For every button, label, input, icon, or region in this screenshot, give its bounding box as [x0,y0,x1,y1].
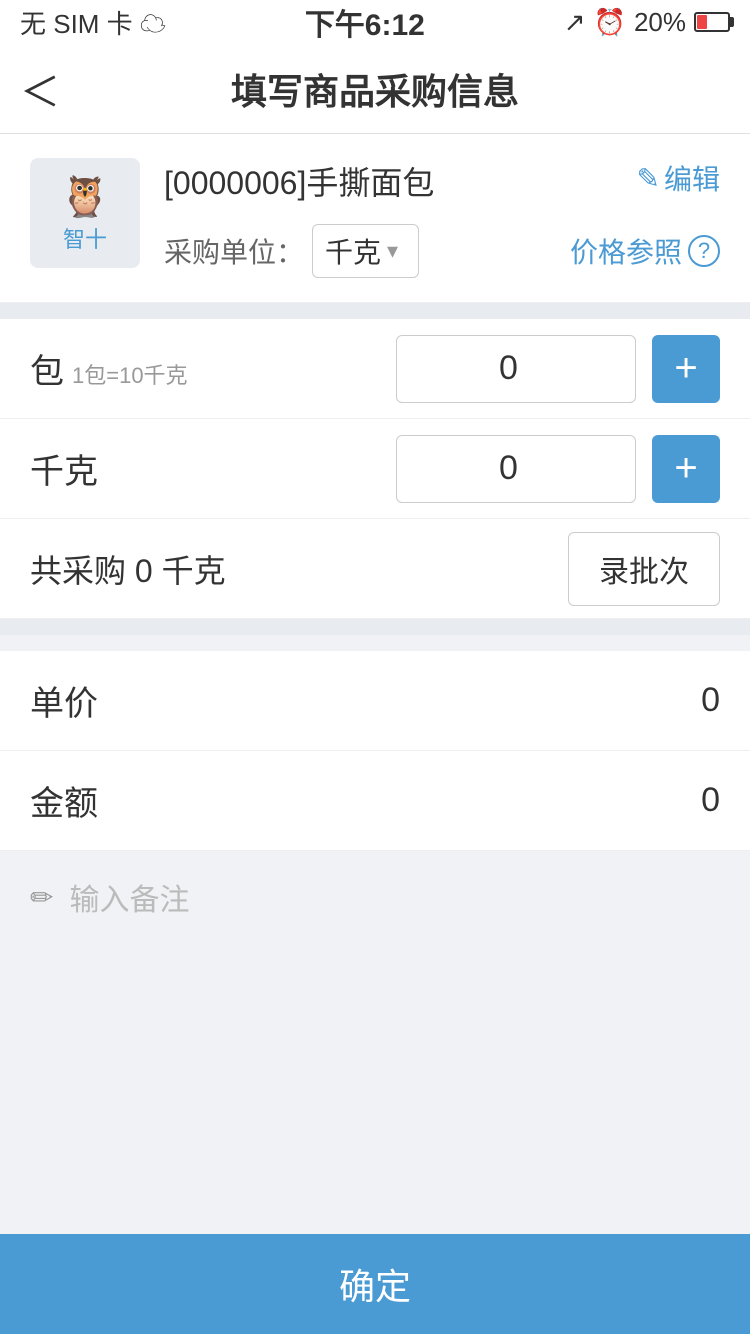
remark-placeholder: 输入备注 [69,875,189,919]
nav-bar: ＜ 填写商品采购信息 [0,44,750,134]
product-info: [0000006]手撕面包 ✎ 编辑 采购单位： 千克 ▾ 价格参照 ? [164,158,720,278]
status-time: 下午6:12 [305,0,425,44]
back-icon: ＜ [20,60,60,118]
bao-row: 包1包=10千克 + [0,319,750,419]
sim-status: 无 SIM 卡 ☁ [20,4,166,41]
section-divider-1 [0,303,750,319]
amount-row: 金额 0 [0,751,750,851]
bao-input-wrap: + [230,335,720,403]
battery-level: 20% [634,7,686,38]
kg-label: 千克 [30,444,230,493]
summary-section: 共采购 0 千克 录批次 [0,519,750,619]
amount-value: 0 [701,781,720,820]
confirm-button[interactable]: 确定 [0,1234,750,1334]
status-bar: 无 SIM 卡 ☁ 下午6:12 ↗ ⏰ 20% [0,0,750,44]
product-logo-text: 智十 [63,222,107,254]
remark-section[interactable]: ✏ 输入备注 [0,851,750,943]
price-section: 单价 0 金额 0 [0,651,750,851]
battery-icon [694,12,730,32]
bao-input[interactable] [396,335,636,403]
price-ref-button[interactable]: 价格参照 ? [570,231,720,271]
kg-row: 千克 + [0,419,750,519]
product-thumbnail: 🦉 智十 [30,158,140,268]
product-card: 🦉 智十 [0000006]手撕面包 ✎ 编辑 采购单位： 千克 ▾ 价格参照 [0,134,750,303]
alarm-icon: ⏰ [594,7,626,38]
section-divider-2 [0,619,750,635]
amount-label: 金额 [30,776,98,825]
unit-label: 采购单位： [164,231,304,271]
product-name: [0000006]手撕面包 [164,158,637,204]
bao-plus-button[interactable]: + [652,335,720,403]
help-icon: ? [688,235,720,267]
summary-text: 共采购 0 千克 [30,546,226,592]
edit-icon: ✎ [637,162,660,195]
status-left: 无 SIM 卡 ☁ [20,4,166,41]
back-button[interactable]: ＜ [0,44,80,134]
chevron-down-icon: ▾ [387,238,398,264]
bao-label: 包1包=10千克 [30,344,230,393]
batch-button[interactable]: 录批次 [568,532,720,606]
status-right: ↗ ⏰ 20% [564,7,730,38]
page-title: 填写商品采购信息 [0,63,750,115]
kg-input-wrap: + [230,435,720,503]
edit-button[interactable]: ✎ 编辑 [637,158,720,198]
kg-input[interactable] [396,435,636,503]
unit-price-label: 单价 [30,676,98,725]
location-icon: ↗ [564,7,586,38]
unit-price-value: 0 [701,681,720,720]
pencil-icon: ✏ [30,881,53,914]
unit-select[interactable]: 千克 ▾ [312,224,419,278]
product-logo-icon: 🦉 [60,173,110,220]
form-section: 包1包=10千克 + 千克 + [0,319,750,519]
unit-price-row: 单价 0 [0,651,750,751]
kg-plus-button[interactable]: + [652,435,720,503]
